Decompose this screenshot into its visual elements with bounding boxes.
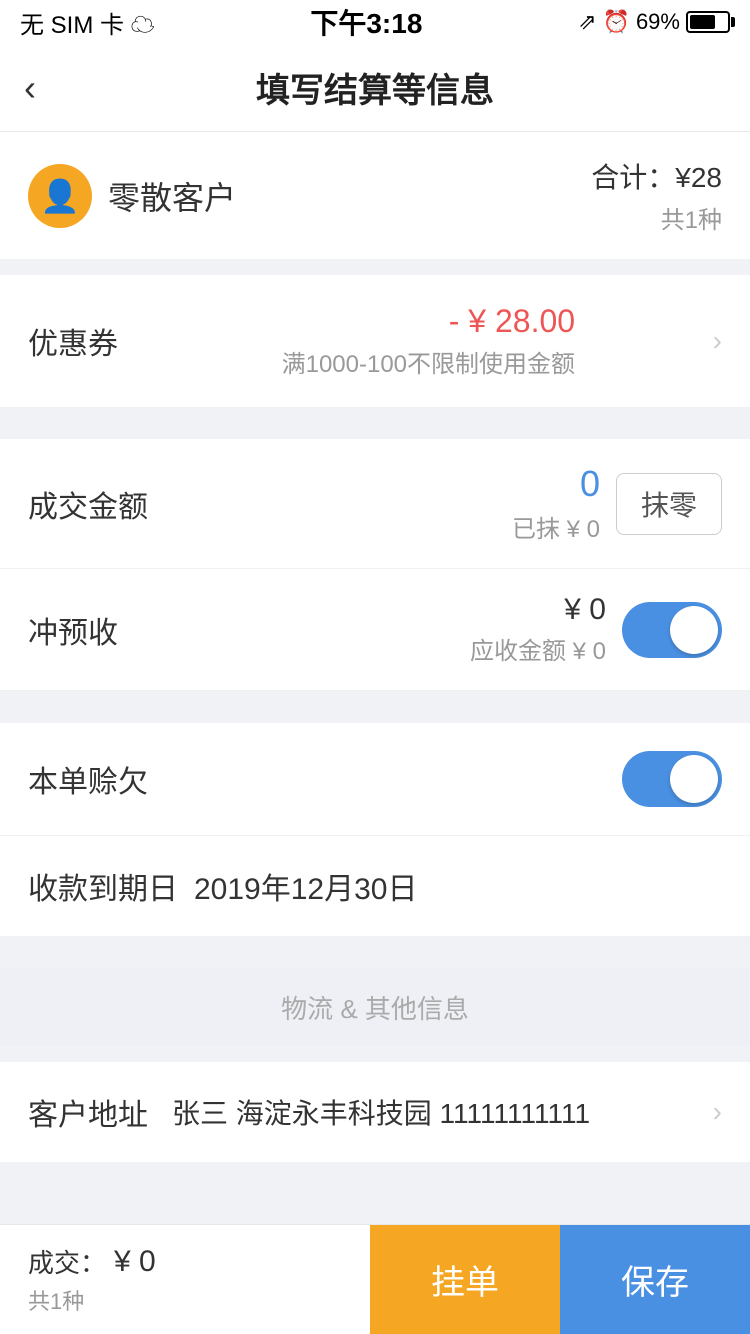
transaction-right: 0 已抹 ¥ 0 抹零 [148, 463, 722, 544]
avatar: 👤 [28, 164, 92, 228]
address-value: 张三 海淀永丰科技园 11111111111 [172, 1092, 709, 1132]
save-button[interactable]: 保存 [560, 1225, 750, 1334]
prepayment-sub: 应收金额 ¥ 0 [470, 631, 606, 666]
debt-toggle-knob [670, 755, 718, 803]
bottom-transaction-label: 成交： [28, 1243, 106, 1280]
customer-count: 共1种 [591, 200, 722, 235]
section-divider-1 [0, 423, 750, 439]
section-divider-3 [0, 953, 750, 969]
bottom-bar: 成交： ¥ 0 共1种 挂单 保存 [0, 1224, 750, 1334]
coupon-label: 优惠券 [28, 319, 148, 363]
bottom-info: 成交： ¥ 0 共1种 [0, 1243, 370, 1316]
customer-row: 👤 零散客户 合计：¥28 共1种 [0, 132, 750, 259]
amount-sub: 已抹 ¥ 0 [512, 509, 600, 544]
bottom-transaction: 成交： ¥ 0 [28, 1243, 342, 1280]
due-date-row: 收款到期日 2019年12月30日 [0, 836, 750, 937]
address-chevron-icon: › [713, 1096, 722, 1128]
customer-right: 合计：¥28 共1种 [591, 156, 722, 235]
customer-total: 合计：¥28 [591, 156, 722, 196]
prepayment-toggle[interactable] [622, 602, 722, 658]
location-icon: ⇗ [578, 9, 596, 35]
debt-toggle[interactable] [622, 751, 722, 807]
toggle-knob [670, 606, 718, 654]
avatar-icon: 👤 [40, 177, 80, 215]
prepayment-right: ¥ 0 应收金额 ¥ 0 [148, 593, 722, 666]
transaction-amount-row: 成交金额 0 已抹 ¥ 0 抹零 [0, 439, 750, 569]
page-title: 填写结算等信息 [256, 63, 494, 112]
status-time: 下午3:18 [310, 2, 422, 42]
debt-label: 本单赊欠 [28, 757, 148, 801]
coupon-right: - ¥ 28.00 满1000-100不限制使用金额 [282, 303, 575, 379]
logistics-section-label: 物流 & 其他信息 [0, 969, 750, 1046]
status-left: 无 SIM 卡 ☁ [20, 5, 155, 40]
status-right: ⇗ ⏰ 69% [578, 9, 730, 35]
battery-percentage: 69% [636, 9, 680, 35]
coupon-row[interactable]: 优惠券 - ¥ 28.00 满1000-100不限制使用金额 › [0, 275, 750, 407]
bottom-transaction-amount: ¥ 0 [114, 1245, 156, 1279]
sim-status: 无 SIM 卡 ☁ [20, 5, 155, 40]
customer-name: 零散客户 [108, 173, 236, 219]
nav-bar: ‹ 填写结算等信息 [0, 44, 750, 132]
status-bar: 无 SIM 卡 ☁ 下午3:18 ⇗ ⏰ 69% [0, 0, 750, 44]
prepayment-value: ¥ 0 [470, 593, 606, 627]
transaction-label: 成交金额 [28, 482, 148, 526]
address-label: 客户地址 [28, 1090, 148, 1134]
amount-section: 成交金额 0 已抹 ¥ 0 抹零 冲预收 ¥ 0 应收金额 ¥ 0 [0, 439, 750, 691]
battery-icon [686, 11, 730, 33]
address-row[interactable]: 客户地址 张三 海淀永丰科技园 11111111111 › [0, 1062, 750, 1162]
prepayment-row: 冲预收 ¥ 0 应收金额 ¥ 0 [0, 569, 750, 691]
address-section: 客户地址 张三 海淀永丰科技园 11111111111 › [0, 1062, 750, 1162]
coupon-section: 优惠券 - ¥ 28.00 满1000-100不限制使用金额 › [0, 275, 750, 407]
round-off-button[interactable]: 抹零 [616, 473, 722, 535]
content: 👤 零散客户 合计：¥28 共1种 优惠券 - ¥ 28.00 满1000-10… [0, 132, 750, 1298]
amount-input[interactable]: 0 [512, 463, 600, 505]
chevron-right-icon: › [713, 325, 722, 357]
alarm-icon: ⏰ [603, 9, 630, 35]
debt-right [148, 751, 722, 807]
due-date-label: 收款到期日 [28, 864, 178, 908]
section-divider-2 [0, 707, 750, 723]
customer-left: 👤 零散客户 [28, 164, 236, 228]
prepayment-col: ¥ 0 应收金额 ¥ 0 [470, 593, 606, 666]
amount-col: 0 已抹 ¥ 0 [512, 463, 600, 544]
back-button[interactable]: ‹ [24, 67, 36, 109]
section-divider-4 [0, 1046, 750, 1062]
due-date-value: 2019年12月30日 [194, 864, 417, 908]
coupon-discount: - ¥ 28.00 [282, 303, 575, 340]
debt-row: 本单赊欠 [0, 723, 750, 836]
coupon-description: 满1000-100不限制使用金额 [282, 344, 575, 379]
bottom-count: 共1种 [28, 1284, 342, 1316]
debt-section: 本单赊欠 收款到期日 2019年12月30日 [0, 723, 750, 937]
pending-button[interactable]: 挂单 [370, 1225, 560, 1334]
prepayment-label: 冲预收 [28, 608, 148, 652]
